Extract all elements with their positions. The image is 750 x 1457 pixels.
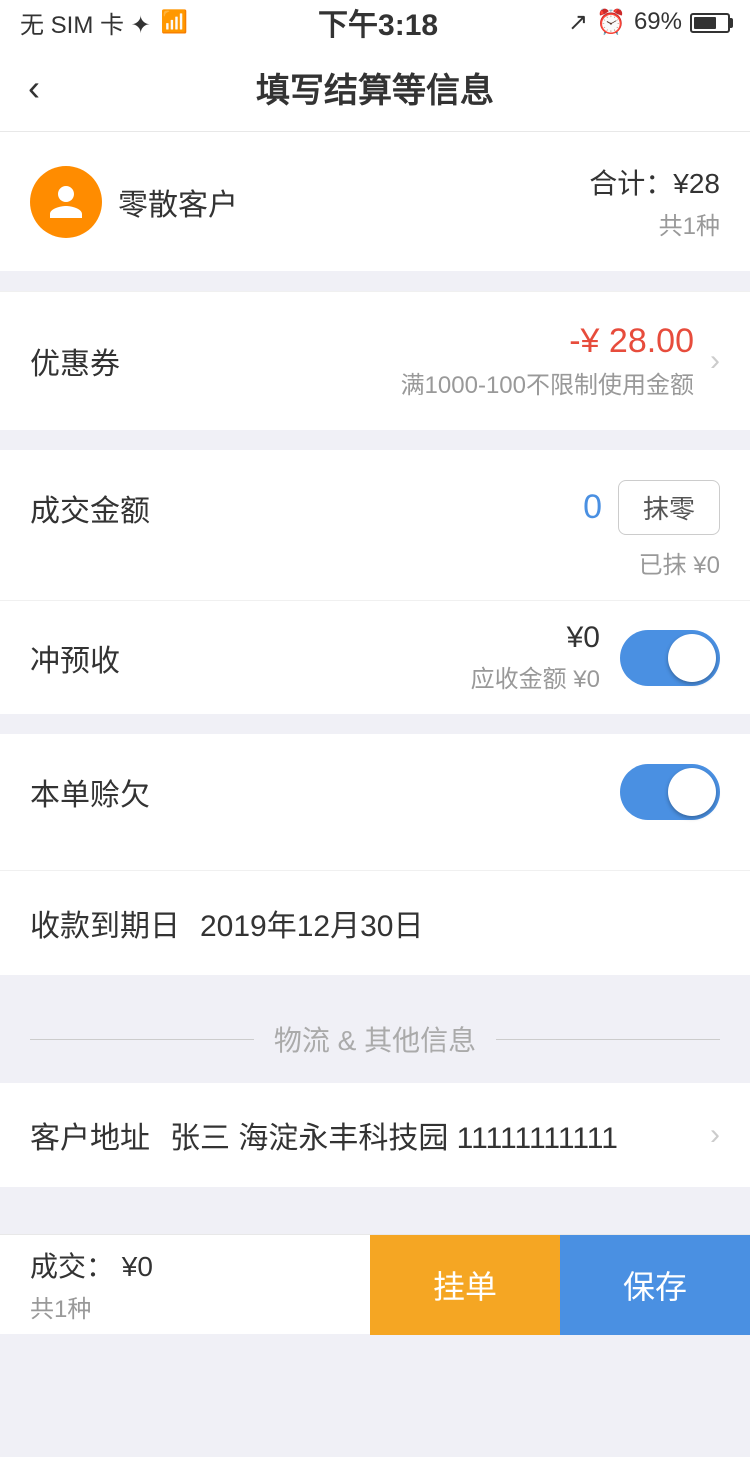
customer-section: 零散客户 合计：¥28 共1种 — [0, 132, 750, 271]
total-count: 共1种 — [589, 206, 720, 241]
transaction-row: 成交金额 0 抹零 — [0, 450, 750, 545]
bottom-transaction-value: ¥0 — [122, 1251, 153, 1282]
chevron-right-icon: › — [710, 344, 720, 378]
coupon-right: -¥ 28.00 满1000-100不限制使用金额 › — [401, 322, 720, 400]
status-time: 下午3:18 — [318, 0, 438, 44]
transaction-right: 0 抹零 — [583, 480, 720, 535]
back-button[interactable]: ‹ — [28, 67, 40, 109]
round-button[interactable]: 抹零 — [618, 480, 720, 535]
due-date-value: 2019年12月30日 — [200, 901, 423, 945]
bottom-transaction-label: 成交： — [30, 1251, 114, 1282]
customer-name: 零散客户 — [118, 180, 238, 224]
toggle-knob — [668, 634, 716, 682]
advance-toggle[interactable] — [620, 630, 720, 686]
debt-label: 本单赊欠 — [30, 770, 150, 814]
logistics-label: 物流 & 其他信息 — [274, 1019, 476, 1059]
address-section[interactable]: 客户地址 张三 海淀永丰科技园 11111111111 › — [0, 1083, 750, 1187]
debt-section: 本单赊欠 收款到期日 2019年12月30日 — [0, 734, 750, 975]
location-icon: ↗ — [568, 8, 588, 37]
advance-value-block: ¥0 应收金额 ¥0 — [471, 621, 600, 694]
logistics-section: 物流 & 其他信息 — [0, 995, 750, 1083]
transaction-value[interactable]: 0 — [583, 488, 602, 527]
coupon-row[interactable]: 优惠券 -¥ 28.00 满1000-100不限制使用金额 › — [0, 291, 750, 430]
coupon-section[interactable]: 优惠券 -¥ 28.00 满1000-100不限制使用金额 › — [0, 291, 750, 430]
advance-amount: ¥0 — [471, 621, 600, 655]
due-date-row: 收款到期日 2019年12月30日 — [30, 901, 720, 945]
debt-toggle[interactable] — [620, 764, 720, 820]
customer-row: 零散客户 合计：¥28 共1种 — [0, 132, 750, 271]
advance-receivable: 应收金额 ¥0 — [471, 659, 600, 694]
address-chevron-icon: › — [710, 1118, 720, 1152]
customer-right: 合计：¥28 共1种 — [589, 162, 720, 241]
wifi-icon: 📶 — [161, 9, 188, 35]
address-label: 客户地址 — [30, 1113, 150, 1157]
coupon-amount: -¥ 28.00 — [401, 322, 694, 361]
due-date-label: 收款到期日 — [30, 901, 180, 945]
alarm-icon: ⏰ — [596, 8, 626, 37]
bottom-info: 成交： ¥0 共1种 — [0, 1245, 370, 1324]
sim-label: 无 SIM 卡 ✦ — [20, 5, 151, 40]
customer-left: 零散客户 — [30, 166, 238, 238]
due-date-section: 收款到期日 2019年12月30日 — [0, 870, 750, 975]
page-title: 填写结算等信息 — [256, 63, 494, 112]
bottom-bar: 成交： ¥0 共1种 挂单 保存 — [0, 1234, 750, 1334]
debt-row: 本单赊欠 — [0, 734, 750, 850]
address-value: 张三 海淀永丰科技园 11111111111 — [170, 1113, 710, 1157]
battery-percent: 69% — [634, 8, 682, 36]
transaction-label: 成交金额 — [30, 486, 150, 530]
save-button[interactable]: 保存 — [560, 1235, 750, 1335]
advance-label: 冲预收 — [30, 636, 120, 680]
hold-button[interactable]: 挂单 — [370, 1235, 560, 1335]
already-rounded: 已抹 ¥0 — [0, 545, 750, 600]
transaction-section: 成交金额 0 抹零 已抹 ¥0 冲预收 ¥0 应收金额 ¥0 — [0, 450, 750, 714]
battery-icon — [690, 8, 730, 36]
avatar — [30, 166, 102, 238]
coupon-label: 优惠券 — [30, 339, 120, 383]
advance-right: ¥0 应收金额 ¥0 — [471, 621, 720, 694]
bottom-count: 共1种 — [30, 1289, 340, 1324]
address-row[interactable]: 客户地址 张三 海淀永丰科技园 11111111111 › — [0, 1083, 750, 1187]
status-bar: 无 SIM 卡 ✦ 📶 下午3:18 ↗ ⏰ 69% — [0, 0, 750, 44]
coupon-desc: 满1000-100不限制使用金额 — [401, 365, 694, 400]
advance-row: 冲预收 ¥0 应收金额 ¥0 — [0, 600, 750, 714]
status-right: ↗ ⏰ 69% — [568, 8, 730, 37]
bottom-transaction: 成交： ¥0 — [30, 1245, 340, 1285]
nav-bar: ‹ 填写结算等信息 — [0, 44, 750, 132]
total-amount: 合计：¥28 — [589, 162, 720, 202]
debt-toggle-knob — [668, 768, 716, 816]
status-left: 无 SIM 卡 ✦ 📶 — [20, 5, 188, 40]
coupon-value-block: -¥ 28.00 满1000-100不限制使用金额 — [401, 322, 694, 400]
